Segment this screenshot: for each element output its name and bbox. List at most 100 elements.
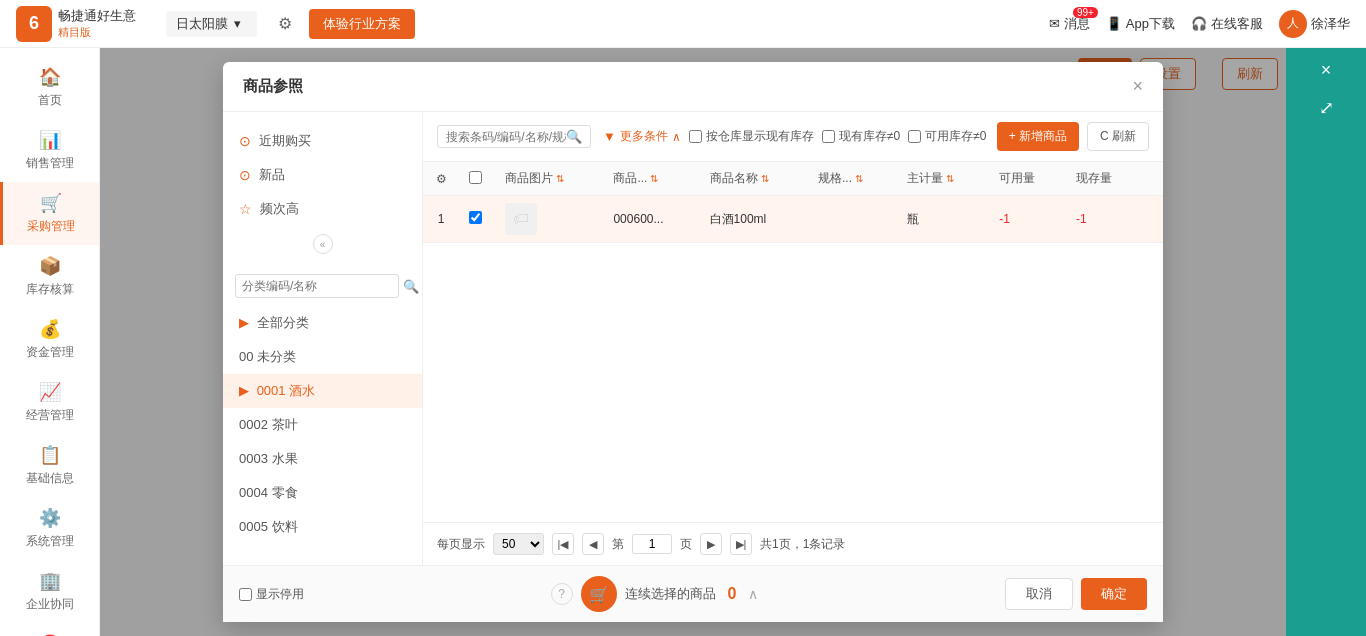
more-filters-button[interactable]: ▼ 更多条件 ∧ [603, 128, 681, 145]
available-stock-checkbox[interactable] [908, 130, 921, 143]
basic-info-icon: 📋 [39, 444, 61, 466]
panel-expand-icon[interactable]: ⤢ [1319, 97, 1334, 119]
scrollbar-cell [1143, 196, 1163, 243]
row-checkbox[interactable] [469, 211, 482, 224]
next-page-button[interactable]: ▶ [700, 533, 722, 555]
user-menu[interactable]: 人 徐泽华 [1279, 10, 1350, 38]
show-disabled-checkbox[interactable] [239, 588, 252, 601]
sidebar-item-inventory[interactable]: 📦 库存核算 [0, 245, 99, 308]
row-checkbox-cell[interactable] [459, 196, 495, 243]
current-stock-checkbox-label[interactable]: 现有库存≠0 [822, 128, 900, 145]
modal-title: 商品参照 [243, 77, 303, 96]
sidebar-item-purchase[interactable]: 🛒 采购管理 [0, 182, 99, 245]
sidebar-item-home[interactable]: 🏠 首页 [0, 56, 99, 119]
available-stock-checkbox-label[interactable]: 可用库存≠0 [908, 128, 986, 145]
row-index: 1 [423, 196, 459, 243]
modal-footer: 显示停用 ? 🛒 连续选择的商品 0 ∧ 取消 确定 [223, 565, 1163, 622]
logo-tagline2: 精目版 [58, 25, 136, 39]
category-item-0003[interactable]: 0003 水果 [223, 442, 422, 476]
frequent-item[interactable]: ☆ 频次高 [223, 192, 422, 226]
product-search-box[interactable]: 🔍 [437, 125, 591, 148]
warehouse-stock-checkbox[interactable] [689, 130, 702, 143]
cancel-button[interactable]: 取消 [1005, 578, 1073, 610]
messages-btn[interactable]: ✉ 消息 99+ [1049, 15, 1090, 33]
close-icon[interactable]: × [1132, 76, 1143, 97]
message-icon: ✉ [1049, 16, 1060, 31]
table-settings-icon[interactable]: ⚙ [433, 172, 449, 186]
sidebar-item-finance[interactable]: 💰 资金管理 [0, 308, 99, 371]
cart-icon[interactable]: 🛒 [581, 576, 617, 612]
settings-icon[interactable]: ⚙ [269, 8, 301, 40]
sidebar-item-sales[interactable]: 📊 销售管理 [0, 119, 99, 182]
warehouse-stock-checkbox-label[interactable]: 按仓库显示现有库存 [689, 128, 814, 145]
toolbar-right: + 新增商品 C 刷新 [997, 122, 1149, 151]
sort-icon3[interactable]: ⇅ [761, 173, 769, 184]
sort-icon2[interactable]: ⇅ [650, 173, 658, 184]
refresh-table-button[interactable]: C 刷新 [1087, 122, 1149, 151]
category-item-0001[interactable]: ▶ 0001 酒水 [223, 374, 422, 408]
category-search-icon[interactable]: 🔍 [403, 279, 419, 294]
row-unit-cell: 瓶 [897, 196, 989, 243]
add-product-button[interactable]: + 新增商品 [997, 122, 1079, 151]
current-stock-checkbox[interactable] [822, 130, 835, 143]
new-product-item[interactable]: ⊙ 新品 [223, 158, 422, 192]
sort-icon4[interactable]: ⇅ [855, 173, 863, 184]
category-item-0002[interactable]: 0002 茶叶 [223, 408, 422, 442]
table-row[interactable]: 1 🏷 000600... 白酒100ml 瓶 [423, 196, 1163, 243]
sidebar-item-system[interactable]: ⚙️ 系统管理 [0, 497, 99, 560]
select-all-checkbox[interactable] [469, 171, 482, 184]
select-all-header[interactable] [459, 162, 495, 196]
modal-overlay: 商品参照 × ⊙ 近期购买 ⊙ 新品 [100, 48, 1286, 636]
help-icon[interactable]: ? [551, 583, 573, 605]
selected-count: 0 [728, 585, 737, 603]
filter-icon: ▼ [603, 129, 616, 144]
product-search-input[interactable] [446, 130, 566, 144]
confirm-button[interactable]: 确定 [1081, 578, 1147, 610]
app-download-btn[interactable]: 📱 App下载 [1106, 15, 1175, 33]
topbar-right: ✉ 消息 99+ 📱 App下载 🎧 在线客服 人 徐泽华 [1049, 10, 1350, 38]
row-name-cell: 白酒100ml [700, 196, 808, 243]
panel-close-icon[interactable]: × [1321, 60, 1332, 81]
sidebar-item-operations[interactable]: 📈 经营管理 [0, 371, 99, 434]
category-search-input[interactable] [235, 274, 399, 298]
show-disabled-label[interactable]: 显示停用 [239, 586, 304, 603]
category-item-00[interactable]: 00 未分类 [223, 340, 422, 374]
search-icon[interactable]: 🔍 [566, 129, 582, 144]
active-triangle-icon: ▶ [239, 383, 249, 398]
sidebar-item-enterprise[interactable]: 🏢 企业协同 [0, 560, 99, 623]
last-page-button[interactable]: ▶| [730, 533, 752, 555]
category-item-0008[interactable]: 0008 水 [223, 544, 422, 553]
first-page-button[interactable]: |◀ [552, 533, 574, 555]
trial-button[interactable]: 体验行业方案 [309, 9, 415, 39]
page-number-input[interactable] [632, 534, 672, 554]
system-icon: ⚙️ [39, 507, 61, 529]
online-service-btn[interactable]: 🎧 在线客服 [1191, 15, 1263, 33]
sidebar-item-guide[interactable]: 🎯 新手引导 [0, 623, 99, 636]
chevron-down-icon: ▾ [234, 16, 241, 31]
category-item-0005[interactable]: 0005 饮料 [223, 510, 422, 544]
prev-page-button[interactable]: ◀ [582, 533, 604, 555]
col-image: 商品图片⇅ [495, 162, 603, 196]
category-item-0004[interactable]: 0004 零食 [223, 476, 422, 510]
modal-toolbar: 🔍 ▼ 更多条件 ∧ 按仓库显示现有库存 [423, 112, 1163, 162]
footer-left: 显示停用 [239, 586, 304, 603]
all-category-item[interactable]: ▶ 全部分类 [223, 306, 422, 340]
company-selector[interactable]: 日太阳膜 ▾ [166, 11, 257, 37]
recent-purchase-item[interactable]: ⊙ 近期购买 [223, 124, 422, 158]
col-name: 商品名称⇅ [700, 162, 808, 196]
logo: 6 畅捷通好生意 精目版 [16, 6, 136, 42]
category-search-row: 🔍 [223, 266, 422, 306]
sort-icon5[interactable]: ⇅ [946, 173, 954, 184]
new-icon: ⊙ [239, 167, 251, 183]
scrollbar-spacer [1143, 162, 1163, 196]
pagination: 每页显示 50 100 |◀ ◀ 第 页 ▶ ▶| [423, 522, 1163, 565]
collapse-arrow-icon[interactable]: ∧ [748, 586, 758, 602]
sidebar-item-basic-info[interactable]: 📋 基础信息 [0, 434, 99, 497]
category-list: ▶ 全部分类 00 未分类 ▶ 0001 酒水 0002 茶 [223, 306, 422, 553]
sort-icon[interactable]: ⇅ [556, 173, 564, 184]
per-page-select[interactable]: 50 100 [493, 533, 544, 555]
collapse-left-button[interactable]: « [313, 234, 333, 254]
headset-icon: 🎧 [1191, 16, 1207, 31]
row-stock-cell: -1 [1066, 196, 1143, 243]
total-records-label: 共1页，1条记录 [760, 536, 845, 553]
